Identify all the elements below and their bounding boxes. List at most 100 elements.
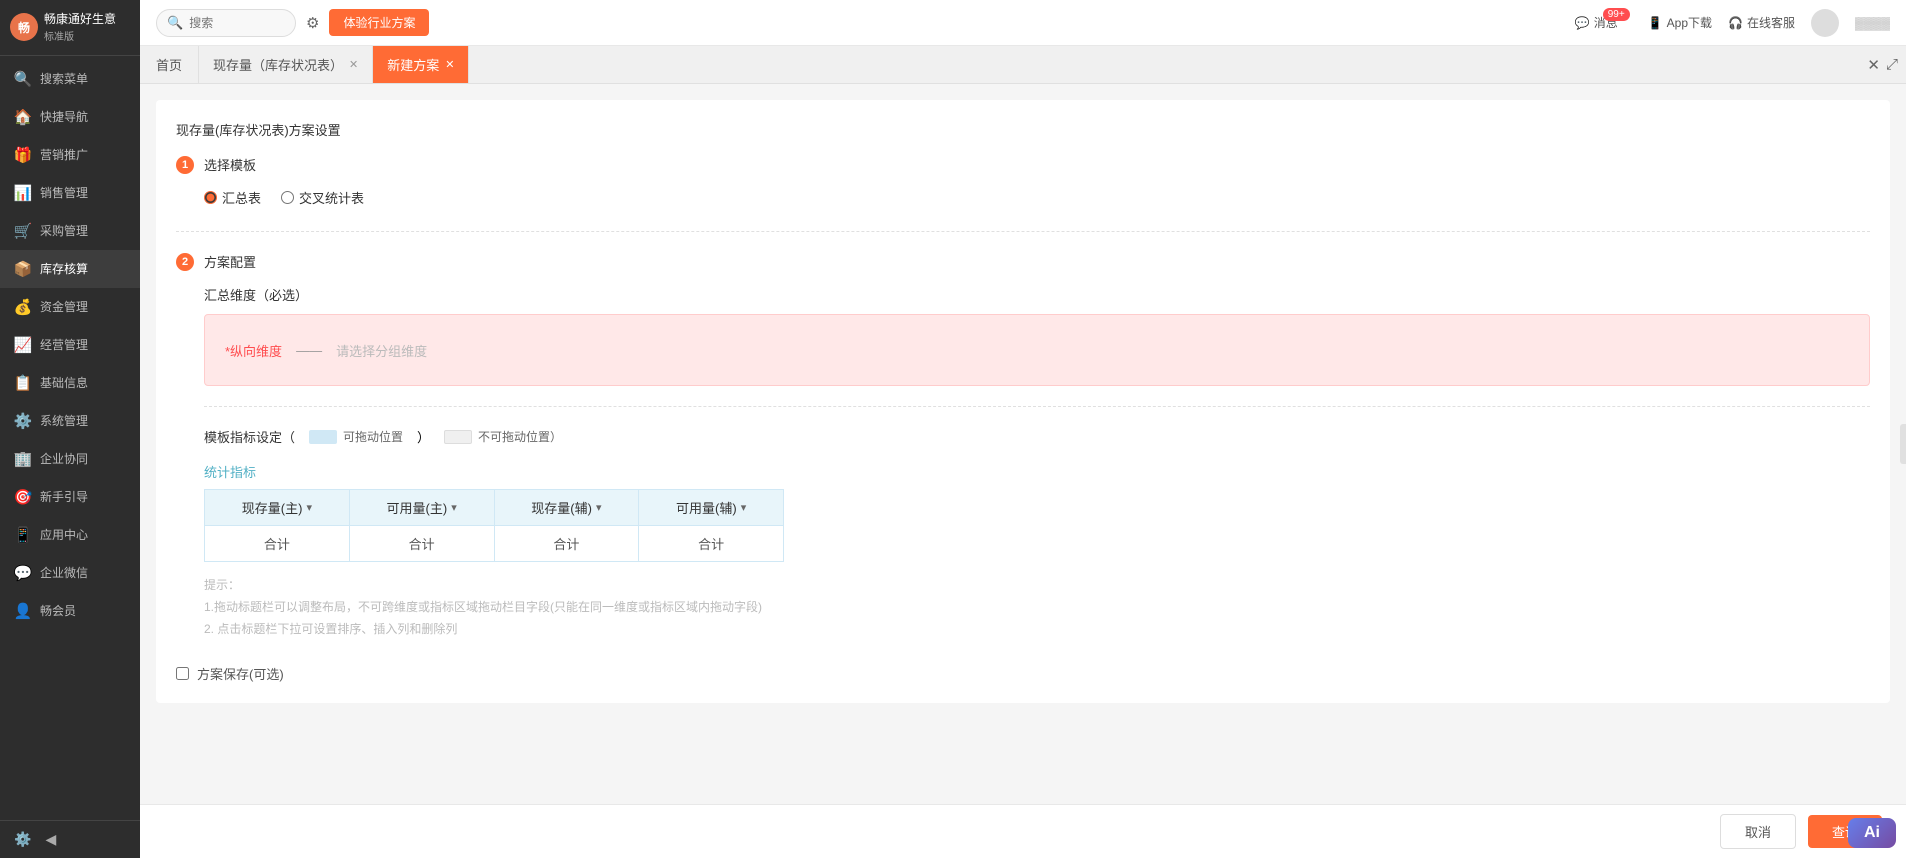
- resize-handle[interactable]: [1900, 424, 1906, 464]
- sidebar-item-finance[interactable]: 💰 资金管理: [0, 288, 140, 326]
- step1-header: 1 选择模板: [176, 155, 1870, 174]
- tab-inventory-close[interactable]: ✕: [349, 58, 358, 71]
- tips-item-0: 1.拖动标题栏可以调整布局，不可跨维度或指标区域拖动栏目字段(只能在同一维度或指…: [204, 597, 1870, 619]
- cell-0-2: 合计: [494, 526, 639, 562]
- chevron-down-icon-0: ▾: [306, 501, 312, 514]
- sidebar-settings-icon[interactable]: ⚙️: [14, 831, 31, 848]
- nodrag-label: 不可拖动位置）: [478, 428, 562, 445]
- close-panel-icon[interactable]: ✕: [1867, 56, 1880, 74]
- col-header-0[interactable]: 现存量(主) ▾: [205, 490, 350, 526]
- sidebar-collapse-icon[interactable]: ◀: [45, 831, 56, 848]
- sidebar-item-base-info[interactable]: 📋 基础信息: [0, 364, 140, 402]
- base-info-icon: 📋: [14, 374, 32, 392]
- tab-new-plan[interactable]: 新建方案 ✕: [373, 46, 469, 83]
- tab-inventory[interactable]: 现存量（库存状况表） ✕: [199, 46, 373, 83]
- member-icon: 👤: [14, 602, 32, 620]
- logo-text: 畅康通好生意 标准版: [44, 12, 116, 43]
- step2-section: 2 方案配置 汇总维度（必选） *纵向维度 —— 请选择分组维度: [176, 252, 1870, 640]
- dim-placeholder[interactable]: 请选择分组维度: [336, 341, 427, 360]
- radio-summary-input[interactable]: [204, 191, 217, 204]
- expand-icon[interactable]: ⤢: [1886, 56, 1898, 73]
- step2-num: 2: [176, 253, 194, 271]
- template-radio-group: 汇总表 交叉统计表: [204, 188, 1870, 207]
- sidebar-item-inventory[interactable]: 📦 库存核算: [0, 250, 140, 288]
- sidebar-item-marketing[interactable]: 🎁 营销推广: [0, 136, 140, 174]
- content-area: 现存量(库存状况表)方案设置 1 选择模板 汇总表 交叉统计: [140, 84, 1906, 804]
- dim-required-label: *纵向维度: [225, 341, 282, 360]
- radio-cross[interactable]: 交叉统计表: [281, 188, 364, 207]
- sidebar-item-sales[interactable]: 📊 销售管理: [0, 174, 140, 212]
- cancel-button[interactable]: 取消: [1720, 814, 1796, 849]
- radio-cross-input[interactable]: [281, 191, 294, 204]
- tab-bar: 首页 现存量（库存状况表） ✕ 新建方案 ✕ ✕ ⤢: [140, 46, 1906, 84]
- marketing-icon: 🎁: [14, 146, 32, 164]
- phone-icon: 📱: [1648, 16, 1663, 30]
- dim-area[interactable]: *纵向维度 —— 请选择分组维度: [204, 314, 1870, 386]
- stats-table: 现存量(主) ▾ 可用量(主) ▾: [204, 489, 784, 562]
- col-header-1[interactable]: 可用量(主) ▾: [349, 490, 494, 526]
- sidebar-item-newbie[interactable]: 🎯 新手引导: [0, 478, 140, 516]
- tab-new-plan-close[interactable]: ✕: [445, 58, 454, 71]
- gear-icon[interactable]: ⚙: [306, 14, 319, 32]
- search-menu-icon: 🔍: [14, 70, 32, 88]
- trial-button[interactable]: 体验行业方案: [329, 9, 429, 36]
- dim-section-label: 汇总维度（必选）: [204, 285, 1870, 304]
- table-row: 合计 合计 合计 合计: [205, 526, 784, 562]
- sidebar-item-search-menu[interactable]: 🔍 搜索菜单: [0, 60, 140, 98]
- wechat-icon: 💬: [14, 564, 32, 582]
- top-header: 🔍 ⚙ 体验行业方案 💬 消息 99+ 📱 App下载 🎧 在线客服 ▓▓▓▓: [140, 0, 1906, 46]
- settings-panel: 现存量(库存状况表)方案设置 1 选择模板 汇总表 交叉统计: [156, 100, 1890, 703]
- sidebar-item-enterprise[interactable]: 🏢 企业协同: [0, 440, 140, 478]
- sidebar-item-system[interactable]: ⚙️ 系统管理: [0, 402, 140, 440]
- enterprise-icon: 🏢: [14, 450, 32, 468]
- cell-0-1: 合计: [349, 526, 494, 562]
- avatar[interactable]: [1811, 9, 1839, 37]
- tab-bar-right: ✕ ⤢: [469, 56, 1906, 74]
- header-search-bar[interactable]: 🔍: [156, 9, 296, 37]
- ai-badge[interactable]: Ai: [1848, 818, 1896, 848]
- search-input[interactable]: [189, 16, 279, 30]
- chevron-down-icon-3: ▾: [741, 501, 747, 514]
- operations-icon: 📈: [14, 336, 32, 354]
- drag-label: 可拖动位置: [343, 428, 403, 445]
- tips-item-1: 2. 点击标题栏下拉可设置排序、插入列和删除列: [204, 619, 1870, 641]
- step1-num: 1: [176, 156, 194, 174]
- newbie-icon: 🎯: [14, 488, 32, 506]
- step1-section: 1 选择模板 汇总表 交叉统计表: [176, 155, 1870, 207]
- indicator-row: 模板指标设定（ 可拖动位置 ） 不可拖动位置）: [204, 427, 1870, 446]
- indicator-label: 模板指标设定（: [204, 427, 295, 446]
- sidebar-item-operations[interactable]: 📈 经营管理: [0, 326, 140, 364]
- tab-home[interactable]: 首页: [140, 46, 199, 83]
- app-download-button[interactable]: 📱 App下载: [1648, 14, 1712, 31]
- cell-0-0: 合计: [205, 526, 350, 562]
- message-button[interactable]: 💬 消息 99+: [1575, 14, 1618, 31]
- save-plan-label: 方案保存(可选): [197, 664, 284, 683]
- service-button[interactable]: 🎧 在线客服: [1728, 14, 1795, 31]
- sidebar-nav: 🔍 搜索菜单 🏠 快捷导航 🎁 营销推广 📊 销售管理 🛒 采购管理 📦 库存核…: [0, 56, 140, 820]
- sidebar-item-quick-nav[interactable]: 🏠 快捷导航: [0, 98, 140, 136]
- radio-summary[interactable]: 汇总表: [204, 188, 261, 207]
- divider-2: [204, 406, 1870, 407]
- quick-nav-icon: 🏠: [14, 108, 32, 126]
- logo-icon: 畅: [10, 13, 38, 41]
- sidebar-item-purchase[interactable]: 🛒 采购管理: [0, 212, 140, 250]
- page-title: 现存量(库存状况表)方案设置: [176, 120, 1870, 139]
- sidebar: 畅 畅康通好生意 标准版 🔍 搜索菜单 🏠 快捷导航 🎁 营销推广 📊 销售管理…: [0, 0, 140, 858]
- save-plan-checkbox[interactable]: [176, 667, 189, 680]
- sidebar-item-member[interactable]: 👤 畅会员: [0, 592, 140, 630]
- username[interactable]: ▓▓▓▓: [1855, 16, 1890, 30]
- message-icon: 💬: [1575, 16, 1590, 30]
- sidebar-bottom: ⚙️ ◀: [0, 820, 140, 858]
- sidebar-item-wechat[interactable]: 💬 企业微信: [0, 554, 140, 592]
- indicator-nodrag-item: 不可拖动位置）: [444, 428, 562, 445]
- step2-content: 汇总维度（必选） *纵向维度 —— 请选择分组维度 模板指标设定（: [176, 285, 1870, 640]
- nodrag-indicator-box: [444, 430, 472, 444]
- chevron-down-icon-2: ▾: [596, 501, 602, 514]
- indicator-drag-item: 可拖动位置: [309, 428, 403, 445]
- col-header-2[interactable]: 现存量(辅) ▾: [494, 490, 639, 526]
- main-area: 🔍 ⚙ 体验行业方案 💬 消息 99+ 📱 App下载 🎧 在线客服 ▓▓▓▓: [140, 0, 1906, 858]
- sidebar-item-app-center[interactable]: 📱 应用中心: [0, 516, 140, 554]
- step2-title: 方案配置: [204, 252, 256, 271]
- finance-icon: 💰: [14, 298, 32, 316]
- col-header-3[interactable]: 可用量(辅) ▾: [639, 490, 784, 526]
